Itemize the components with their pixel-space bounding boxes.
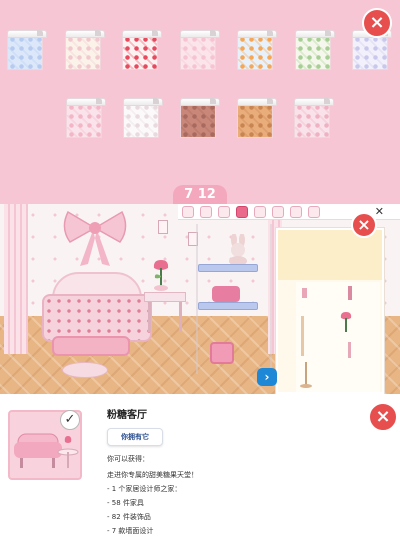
chevron-right-icon: › — [264, 370, 270, 384]
owned-button[interactable]: 你拥有它 — [107, 428, 163, 446]
tool-tab[interactable] — [200, 205, 212, 218]
table-leg — [179, 302, 182, 332]
pink-bed — [42, 272, 152, 342]
reward-item: - 82 件装饰品 — [107, 513, 151, 521]
wallpaper-pink-argyle[interactable] — [294, 98, 334, 138]
reward-item: - 1 个家居设计师之家： — [107, 485, 182, 493]
tool-tab[interactable] — [272, 205, 284, 218]
side-table-top — [144, 292, 186, 302]
wall-frame — [158, 220, 168, 234]
reward-item: - 58 件家具 — [107, 499, 144, 507]
panel-item-list — [296, 282, 380, 392]
tool-tab[interactable] — [182, 205, 194, 218]
wallpaper-catalog: × 7 12 — [0, 0, 400, 205]
wallpaper-lilac-check[interactable] — [352, 30, 392, 70]
wallpaper-cream-bows[interactable] — [64, 30, 105, 70]
rewards-heading: 你可以获得： — [107, 455, 149, 463]
side-table — [144, 292, 186, 332]
wallpaper-brick[interactable] — [180, 98, 220, 138]
panel-items-icons — [300, 286, 352, 388]
tool-tab[interactable] — [254, 205, 266, 218]
left-curtain — [4, 204, 28, 354]
wall-shelf-bottom — [198, 302, 258, 310]
close-icon: × — [357, 215, 371, 234]
bed-blanket — [42, 294, 152, 342]
wallpaper-pink-stripes[interactable] — [179, 30, 220, 70]
page-indicator: 7 12 — [173, 185, 227, 205]
expand-panel-button[interactable]: › — [257, 368, 277, 386]
bed-bench — [52, 336, 130, 356]
wallpaper-green-flowers[interactable] — [294, 30, 335, 70]
pink-basket — [212, 286, 240, 302]
tool-tab[interactable] — [290, 205, 302, 218]
close-panel-button[interactable]: × — [351, 212, 377, 238]
wallpaper-pink-diamonds[interactable] — [66, 98, 106, 138]
tool-tab[interactable] — [308, 205, 320, 218]
wallpaper-cherries[interactable] — [122, 30, 162, 70]
toolbar-close-icon[interactable]: ✕ — [375, 205, 384, 218]
wall-shelf-top — [198, 264, 258, 272]
tool-tab[interactable] — [218, 205, 230, 218]
flower-lamp — [153, 260, 169, 291]
close-icon: × — [375, 406, 391, 427]
table-leg — [148, 302, 151, 332]
reward-item: - 7 款墙面设计 — [107, 527, 154, 535]
wallpaper-white-grid[interactable] — [123, 98, 163, 138]
round-rug — [62, 362, 108, 378]
room-name: 粉糖客厅 — [107, 410, 147, 421]
owned-check-icon: ✓ — [60, 410, 80, 430]
pink-stool — [210, 342, 234, 364]
wallpaper-blue-dots[interactable] — [7, 30, 47, 70]
bunny-figure — [229, 234, 247, 266]
wallpaper-wood-parquet[interactable] — [237, 98, 277, 138]
bow-decoration — [63, 210, 127, 266]
close-info-button[interactable]: × — [368, 402, 398, 432]
wallpaper-orange-fruit[interactable] — [237, 30, 277, 70]
close-icon: × — [369, 12, 385, 33]
close-catalog-button[interactable]: × — [362, 8, 392, 38]
tool-tab-selected[interactable] — [236, 205, 248, 218]
welcome-text: 走进你专属的甜美糖果天堂！ — [107, 471, 198, 479]
